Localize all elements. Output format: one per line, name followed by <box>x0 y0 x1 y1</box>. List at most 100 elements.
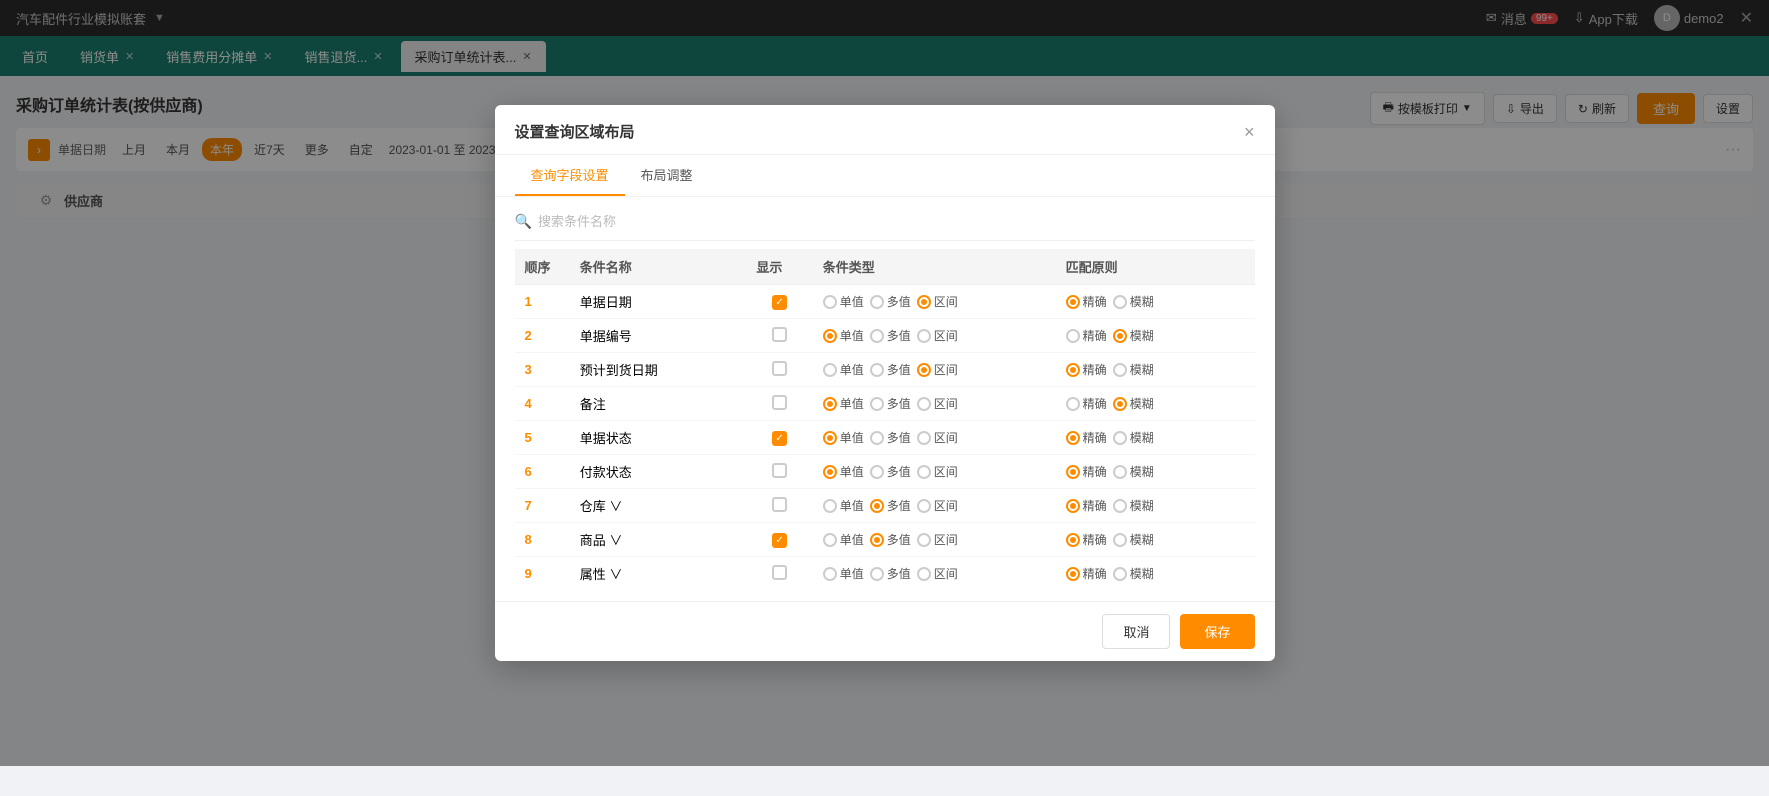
type-radio-range[interactable]: 区间 <box>917 531 958 548</box>
display-checkbox[interactable] <box>772 395 787 410</box>
type-radio-multi[interactable]: 多值 <box>870 429 911 446</box>
type-radio-multi[interactable]: 多值 <box>870 531 911 548</box>
display-checkbox[interactable] <box>772 361 787 376</box>
match-circle-fuzzy <box>1113 499 1127 513</box>
modal-footer: 取消 保存 <box>495 601 1275 661</box>
row-order: 4 <box>515 387 570 421</box>
radio-label-multi: 多值 <box>887 463 911 480</box>
display-checkbox[interactable] <box>772 565 787 580</box>
match-radio-fuzzy[interactable]: 模糊 <box>1113 531 1154 548</box>
match-radio-exact[interactable]: 精确 <box>1066 395 1107 412</box>
match-circle-exact <box>1066 567 1080 581</box>
display-checkbox[interactable] <box>772 497 787 512</box>
row-display[interactable]: ✓ <box>746 285 812 319</box>
type-radio-multi[interactable]: 多值 <box>870 463 911 480</box>
type-radio-single[interactable]: 单值 <box>823 463 864 480</box>
match-label-exact: 精确 <box>1083 395 1107 412</box>
row-match: 精确 模糊 <box>1056 455 1255 489</box>
row-display[interactable] <box>746 489 812 523</box>
cancel-btn[interactable]: 取消 <box>1102 614 1170 649</box>
radio-circle-range <box>917 329 931 343</box>
row-match: 精确模糊 <box>1056 557 1255 590</box>
match-radio-exact[interactable]: 精确 <box>1066 463 1107 480</box>
row-display[interactable] <box>746 557 812 590</box>
search-input[interactable] <box>538 214 738 229</box>
type-radio-multi[interactable]: 多值 <box>870 327 911 344</box>
match-radio-fuzzy[interactable]: 模糊 <box>1113 565 1154 582</box>
match-radio-fuzzy[interactable]: 模糊 <box>1113 327 1154 344</box>
match-radio-exact[interactable]: 精确 <box>1066 531 1107 548</box>
row-display[interactable]: ✓ <box>746 523 812 557</box>
type-radio-single[interactable]: 单值 <box>823 531 864 548</box>
table-row: 1单据日期✓单值多值区间精确模糊 <box>515 285 1255 319</box>
match-circle-fuzzy <box>1113 465 1127 479</box>
row-display[interactable] <box>746 319 812 353</box>
match-radio-fuzzy[interactable]: 模糊 <box>1113 293 1154 310</box>
match-radio-fuzzy[interactable]: 模糊 <box>1113 361 1154 378</box>
type-radio-multi[interactable]: 多值 <box>870 497 911 514</box>
display-checkbox[interactable] <box>772 327 787 342</box>
match-circle-exact <box>1066 533 1080 547</box>
match-radio-exact[interactable]: 精确 <box>1066 429 1107 446</box>
type-radio-multi[interactable]: 多值 <box>870 395 911 412</box>
config-table-scroll: 顺序 条件名称 显示 条件类型 匹配原则 1单据日期✓单值多值区间精确模糊2单据… <box>515 249 1255 589</box>
modal-close-btn[interactable]: × <box>1244 123 1255 141</box>
type-radio-single[interactable]: 单值 <box>823 361 864 378</box>
match-radio-exact[interactable]: 精确 <box>1066 327 1107 344</box>
type-radio-multi[interactable]: 多值 <box>870 361 911 378</box>
row-display[interactable] <box>746 387 812 421</box>
match-label-exact: 精确 <box>1083 565 1107 582</box>
row-order: 8 <box>515 523 570 557</box>
type-radio-range[interactable]: 区间 <box>917 293 958 310</box>
match-radio-fuzzy[interactable]: 模糊 <box>1113 429 1154 446</box>
match-radio-exact[interactable]: 精确 <box>1066 293 1107 310</box>
type-radio-range[interactable]: 区间 <box>917 361 958 378</box>
match-radio-exact[interactable]: 精确 <box>1066 361 1107 378</box>
radio-circle-multi <box>870 499 884 513</box>
match-label-exact: 精确 <box>1083 463 1107 480</box>
match-radio-fuzzy[interactable]: 模糊 <box>1113 395 1154 412</box>
match-circle-fuzzy <box>1113 397 1127 411</box>
type-radio-single[interactable]: 单值 <box>823 429 864 446</box>
radio-label-multi: 多值 <box>887 565 911 582</box>
type-radio-range[interactable]: 区间 <box>917 565 958 582</box>
type-radio-range[interactable]: 区间 <box>917 327 958 344</box>
row-display[interactable]: ✓ <box>746 421 812 455</box>
type-radio-range[interactable]: 区间 <box>917 429 958 446</box>
save-btn[interactable]: 保存 <box>1180 614 1254 649</box>
match-radio-fuzzy[interactable]: 模糊 <box>1113 497 1154 514</box>
radio-label-multi: 多值 <box>887 327 911 344</box>
type-radio-multi[interactable]: 多值 <box>870 293 911 310</box>
config-table: 顺序 条件名称 显示 条件类型 匹配原则 1单据日期✓单值多值区间精确模糊2单据… <box>515 249 1255 589</box>
display-checkbox[interactable]: ✓ <box>772 431 787 446</box>
display-checkbox[interactable]: ✓ <box>772 533 787 548</box>
table-row: 6付款状态单值多值区间精确模糊 <box>515 455 1255 489</box>
row-display[interactable] <box>746 353 812 387</box>
type-radio-single[interactable]: 单值 <box>823 293 864 310</box>
match-radio-exact[interactable]: 精确 <box>1066 497 1107 514</box>
type-radio-single[interactable]: 单值 <box>823 395 864 412</box>
radio-label-multi: 多值 <box>887 361 911 378</box>
radio-label-multi: 多值 <box>887 497 911 514</box>
type-radio-single[interactable]: 单值 <box>823 497 864 514</box>
type-radio-multi[interactable]: 多值 <box>870 565 911 582</box>
display-checkbox[interactable] <box>772 463 787 478</box>
modal-tab-field-settings[interactable]: 查询字段设置 <box>515 155 625 196</box>
row-order: 5 <box>515 421 570 455</box>
match-label-exact: 精确 <box>1083 531 1107 548</box>
match-label-fuzzy: 模糊 <box>1130 395 1154 412</box>
type-radio-range[interactable]: 区间 <box>917 497 958 514</box>
type-radio-single[interactable]: 单值 <box>823 327 864 344</box>
match-radio-exact[interactable]: 精确 <box>1066 565 1107 582</box>
modal-tab-layout[interactable]: 布局调整 <box>625 155 709 196</box>
type-radio-single[interactable]: 单值 <box>823 565 864 582</box>
radio-circle-range <box>917 431 931 445</box>
match-label-fuzzy: 模糊 <box>1130 463 1154 480</box>
row-type: 单值 多值区间 <box>813 489 1056 523</box>
type-radio-range[interactable]: 区间 <box>917 463 958 480</box>
search-icon: 🔍 <box>515 213 532 230</box>
display-checkbox[interactable]: ✓ <box>772 295 787 310</box>
match-radio-fuzzy[interactable]: 模糊 <box>1113 463 1154 480</box>
row-display[interactable] <box>746 455 812 489</box>
type-radio-range[interactable]: 区间 <box>917 395 958 412</box>
